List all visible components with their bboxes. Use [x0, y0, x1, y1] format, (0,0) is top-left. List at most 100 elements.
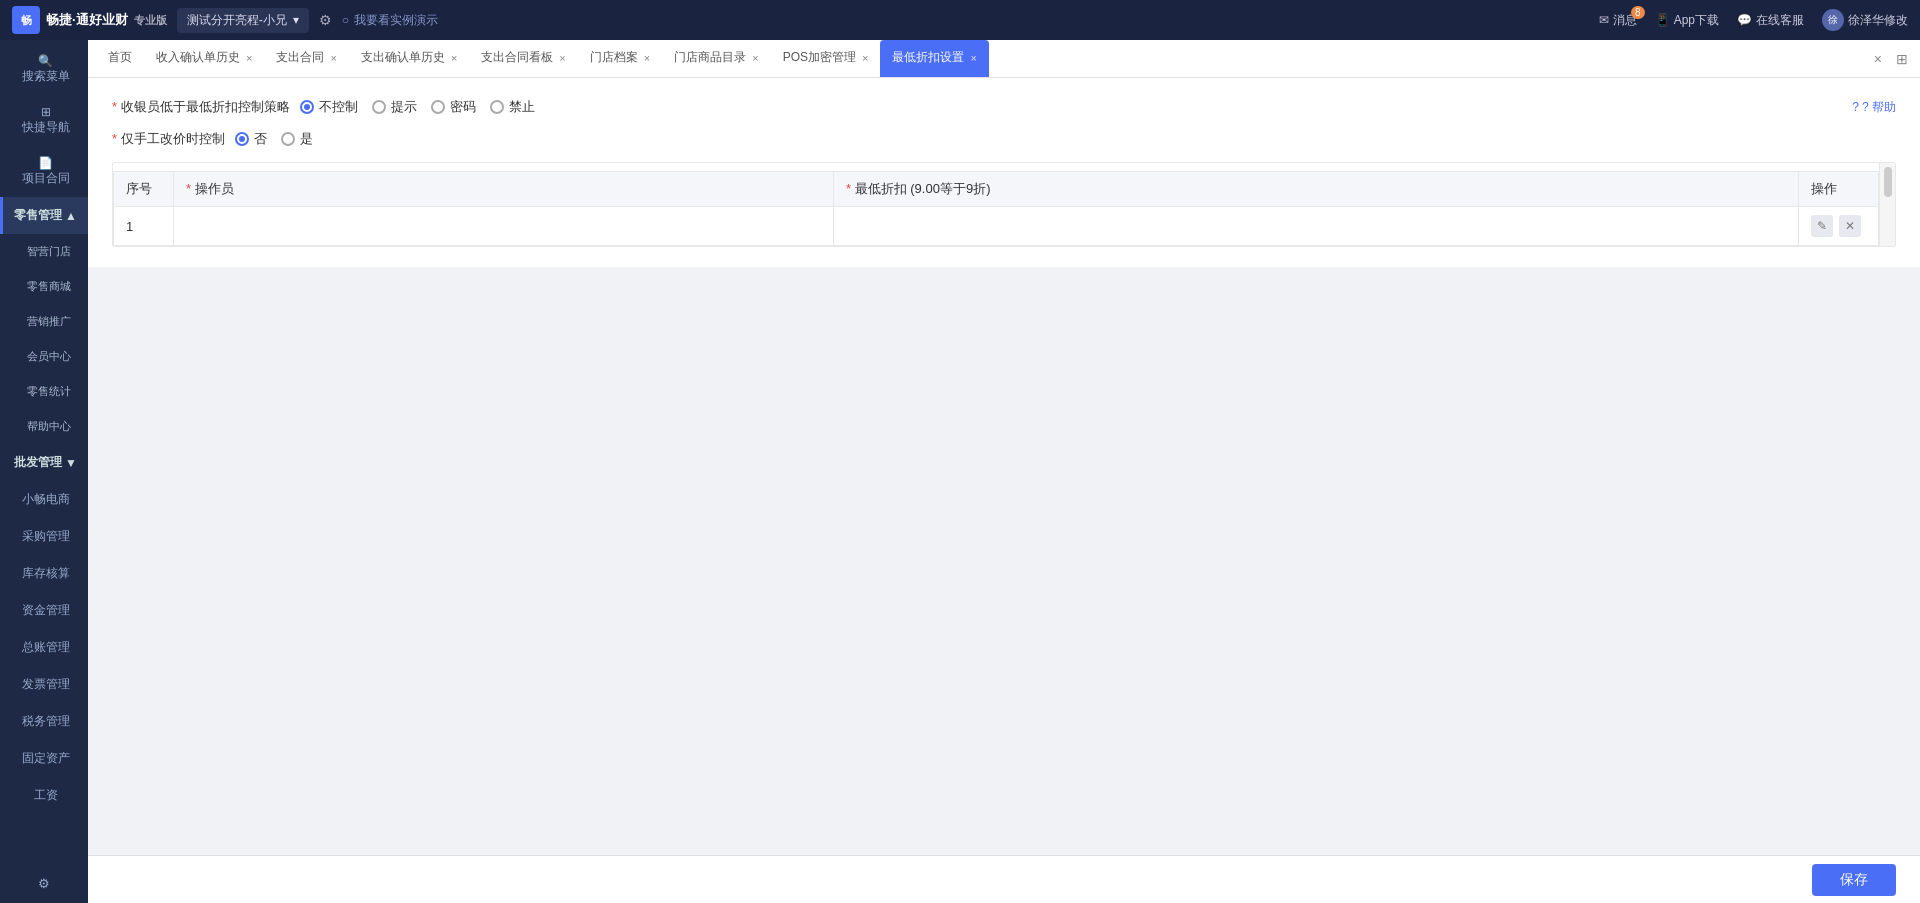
sidebar-item-inventory[interactable]: 库存核算 — [0, 555, 88, 592]
col-min-discount: * 最低折扣 (9.00等于9折) — [834, 172, 1799, 207]
sidebar-label-retail-mall: 零售商城 — [13, 279, 84, 294]
sidebar-label-shortcut: 快捷导航 — [7, 119, 84, 136]
tab-store-goods[interactable]: 门店商品目录 × — [662, 40, 770, 78]
col-min-discount-text: 最低折扣 (9.00等于9折) — [855, 181, 991, 196]
col-seq: 序号 — [114, 172, 174, 207]
settings-icon[interactable]: ⚙ — [319, 12, 332, 28]
tab-payment-contract-label: 支出合同 — [276, 49, 324, 66]
tab-payment-history-close[interactable]: × — [451, 52, 457, 64]
radio-manual-no-dot — [239, 136, 245, 142]
version-badge: 专业版 — [134, 13, 167, 28]
tab-payment-contract-close[interactable]: × — [330, 52, 336, 64]
sidebar-item-purchase[interactable]: 采购管理 — [0, 518, 88, 555]
app-download-label: App下载 — [1674, 12, 1719, 29]
table-scrollbar[interactable] — [1879, 163, 1895, 246]
tab-bar-actions: × ⊞ — [1870, 49, 1912, 69]
sidebar-item-tax[interactable]: 税务管理 — [0, 703, 88, 740]
control-radio-group: 不控制 提示 密码 禁止 — [300, 98, 535, 116]
tab-income-history[interactable]: 收入确认单历史 × — [144, 40, 264, 78]
delete-btn[interactable]: ✕ — [1839, 215, 1861, 237]
sidebar-item-assets[interactable]: 固定资产 — [0, 740, 88, 777]
user-item[interactable]: 徐 徐泽华修改 — [1822, 9, 1908, 31]
control-label-text: 收银员低于最低折扣控制策略 — [121, 99, 290, 114]
sidebar-item-project[interactable]: 📄 项目合同 — [0, 146, 88, 197]
help-label: ? 帮助 — [1862, 99, 1896, 116]
tab-pos-password-close[interactable]: × — [862, 52, 868, 64]
sidebar-item-wholesale[interactable]: 批发管理 ▼ — [0, 444, 88, 481]
radio-password[interactable]: 密码 — [431, 98, 476, 116]
sidebar-item-retail-stat[interactable]: 零售统计 — [0, 374, 88, 409]
radio-remind[interactable]: 提示 — [372, 98, 417, 116]
messages-item[interactable]: ✉ 消息 8 — [1599, 12, 1637, 29]
sidebar-label-tax: 税务管理 — [7, 713, 84, 730]
sidebar-item-invoice[interactable]: 发票管理 — [0, 666, 88, 703]
sidebar-label-member: 会员中心 — [13, 349, 84, 364]
tab-min-discount-close[interactable]: × — [970, 52, 976, 64]
sidebar-item-member[interactable]: 会员中心 — [0, 339, 88, 374]
radio-manual-no-label: 否 — [254, 130, 267, 148]
sidebar-item-marketing[interactable]: 营销推广 — [0, 304, 88, 339]
gear-icon: ⚙ — [38, 876, 50, 891]
chevron-down-icon: ▾ — [293, 13, 299, 27]
save-button[interactable]: 保存 — [1812, 864, 1896, 896]
demo-label: 我要看实例演示 — [354, 12, 438, 29]
logo-icon: 畅 — [12, 6, 40, 34]
sidebar-label-invoice: 发票管理 — [7, 676, 84, 693]
radio-no-control-circle — [300, 100, 314, 114]
tab-close-btn[interactable]: × — [1870, 49, 1886, 69]
sidebar-settings[interactable]: ⚙ — [26, 864, 62, 903]
service-icon: 💬 — [1737, 13, 1752, 27]
radio-manual-no-circle — [235, 132, 249, 146]
tab-payment-contract[interactable]: 支出合同 × — [264, 40, 348, 78]
tab-store-archive-label: 门店档案 — [590, 49, 638, 66]
tab-home[interactable]: 首页 — [96, 40, 144, 78]
sidebar-item-ledger[interactable]: 总账管理 — [0, 629, 88, 666]
tab-min-discount[interactable]: 最低折扣设置 × — [880, 40, 988, 78]
tab-store-goods-close[interactable]: × — [752, 52, 758, 64]
edit-btn[interactable]: ✎ — [1811, 215, 1833, 237]
table-head: 序号 * 操作员 * 最低折扣 (9.00等于9折) 操作 — [114, 172, 1879, 207]
demo-icon: ○ — [342, 13, 349, 27]
tab-bar: 首页 收入确认单历史 × 支出合同 × 支出确认单历史 × 支出合同看板 × 门… — [88, 40, 1920, 78]
sidebar-label-purchase: 采购管理 — [7, 528, 84, 545]
radio-manual-yes[interactable]: 是 — [281, 130, 313, 148]
page-content: * 收银员低于最低折扣控制策略 不控制 提示 — [88, 78, 1920, 855]
sidebar-item-smart-store[interactable]: 智营门店 — [0, 234, 88, 269]
table-header-row: 序号 * 操作员 * 最低折扣 (9.00等于9折) 操作 — [114, 172, 1879, 207]
tab-expand-btn[interactable]: ⊞ — [1892, 49, 1912, 69]
radio-forbid[interactable]: 禁止 — [490, 98, 535, 116]
help-link[interactable]: ? ? 帮助 — [1852, 99, 1896, 116]
sidebar-item-retail-mall[interactable]: 零售商城 — [0, 269, 88, 304]
topbar: 畅 畅捷·通好业财 专业版 测试分开亮程-小兄 ▾ ⚙ ○ 我要看实例演示 ✉ … — [0, 0, 1920, 40]
tab-store-archive[interactable]: 门店档案 × — [578, 40, 662, 78]
radio-manual-no[interactable]: 否 — [235, 130, 267, 148]
tab-payment-board[interactable]: 支出合同看板 × — [469, 40, 577, 78]
tab-payment-history[interactable]: 支出确认单历史 × — [349, 40, 469, 78]
table-body: 1 ✎ ✕ — [114, 207, 1879, 246]
help-icon: ? — [1852, 100, 1859, 114]
sidebar-item-shortcut[interactable]: ⊞ 快捷导航 — [0, 95, 88, 146]
page-panel: * 收银员低于最低折扣控制策略 不控制 提示 — [88, 78, 1920, 267]
manual-label-text: 仅手工改价时控制 — [121, 131, 225, 146]
logo-area: 畅 畅捷·通好业财 专业版 — [12, 6, 167, 34]
sidebar-item-capital[interactable]: 资金管理 — [0, 592, 88, 629]
sidebar-item-salary[interactable]: 工资 — [0, 777, 88, 814]
demo-link[interactable]: ○ 我要看实例演示 — [342, 12, 438, 29]
tab-payment-board-close[interactable]: × — [559, 52, 565, 64]
manual-radio-group: 否 是 — [235, 130, 313, 148]
online-service-item[interactable]: 💬 在线客服 — [1737, 12, 1804, 29]
radio-password-circle — [431, 100, 445, 114]
radio-manual-yes-label: 是 — [300, 130, 313, 148]
project-selector[interactable]: 测试分开亮程-小兄 ▾ — [177, 8, 309, 33]
tab-store-archive-close[interactable]: × — [644, 52, 650, 64]
sidebar-item-help[interactable]: 帮助中心 — [0, 409, 88, 444]
app-download-item[interactable]: 📱 App下载 — [1655, 12, 1719, 29]
tab-income-history-close[interactable]: × — [246, 52, 252, 64]
tab-pos-password[interactable]: POS加密管理 × — [771, 40, 881, 78]
sidebar-item-ecommerce[interactable]: 小畅电商 — [0, 481, 88, 518]
sidebar-item-search[interactable]: 🔍 搜索菜单 — [0, 44, 88, 95]
sidebar-item-retail[interactable]: 零售管理 ▲ — [0, 197, 88, 234]
cell-seq: 1 — [114, 207, 174, 246]
radio-no-control[interactable]: 不控制 — [300, 98, 358, 116]
radio-password-label: 密码 — [450, 98, 476, 116]
